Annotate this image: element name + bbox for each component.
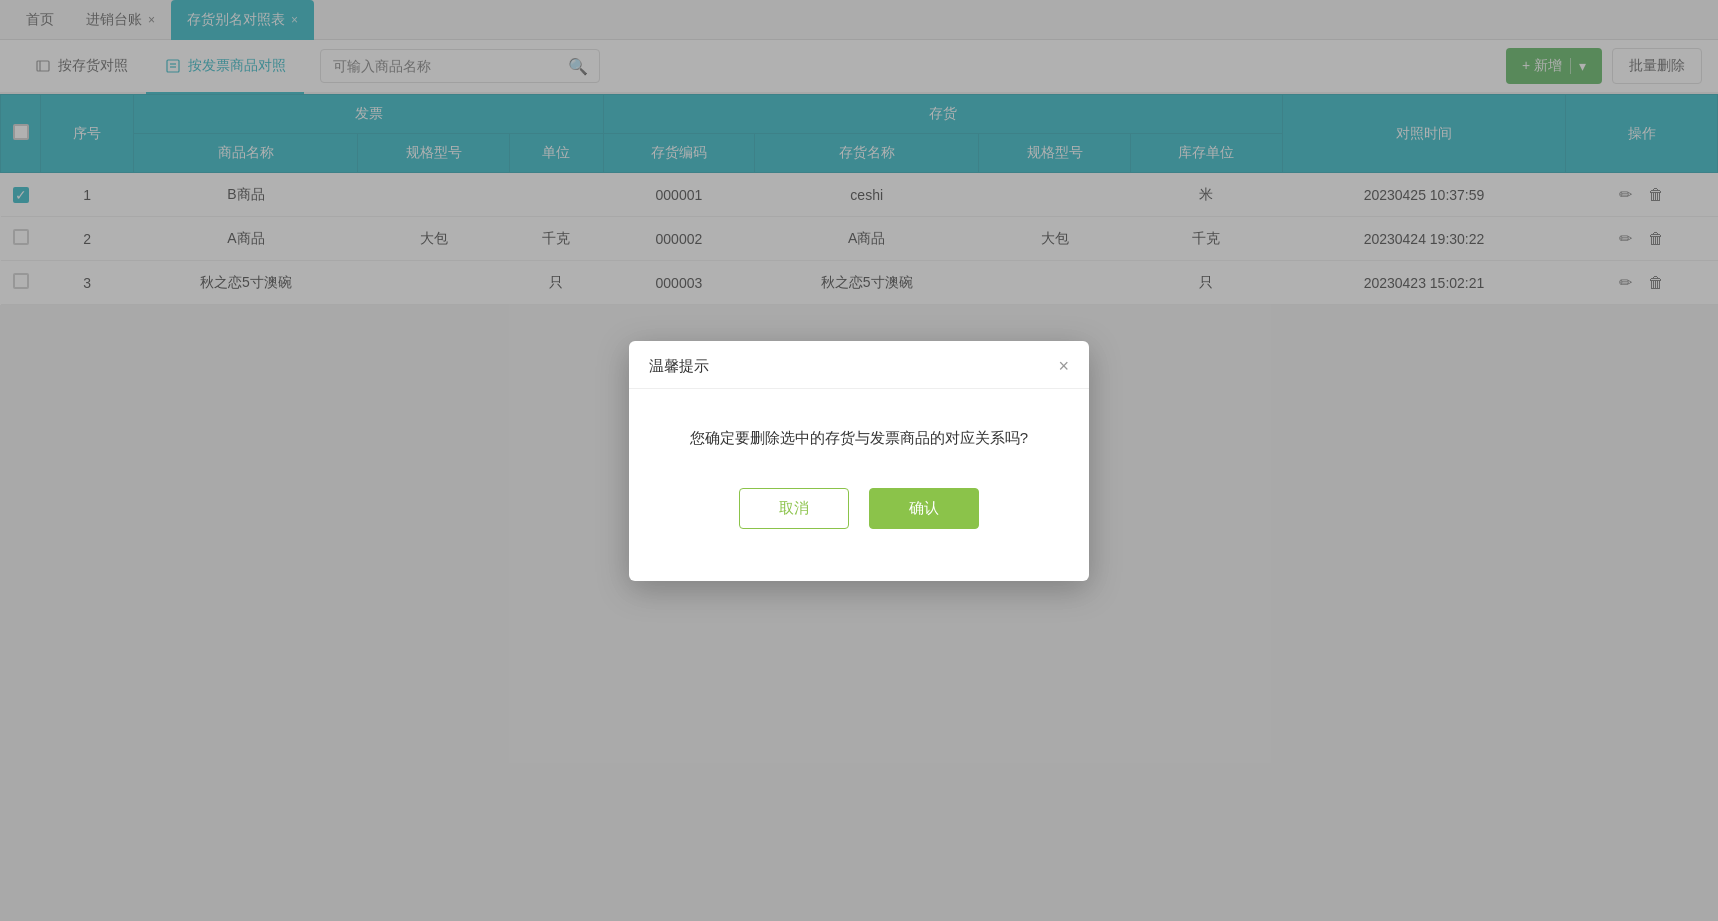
- confirm-dialog: 温馨提示 × 您确定要删除选中的存货与发票商品的对应关系吗? 取消 确认: [629, 341, 1089, 581]
- confirm-button[interactable]: 确认: [869, 488, 979, 529]
- dialog-close-button[interactable]: ×: [1058, 357, 1069, 375]
- dialog-header: 温馨提示 ×: [629, 341, 1089, 389]
- dialog-footer: 取消 确认: [629, 478, 1089, 559]
- dialog-body: 您确定要删除选中的存货与发票商品的对应关系吗?: [629, 389, 1089, 478]
- dialog-message: 您确定要删除选中的存货与发票商品的对应关系吗?: [690, 429, 1028, 446]
- cancel-button[interactable]: 取消: [739, 488, 849, 529]
- dialog-overlay: 温馨提示 × 您确定要删除选中的存货与发票商品的对应关系吗? 取消 确认: [0, 0, 1718, 921]
- dialog-title: 温馨提示: [649, 357, 709, 376]
